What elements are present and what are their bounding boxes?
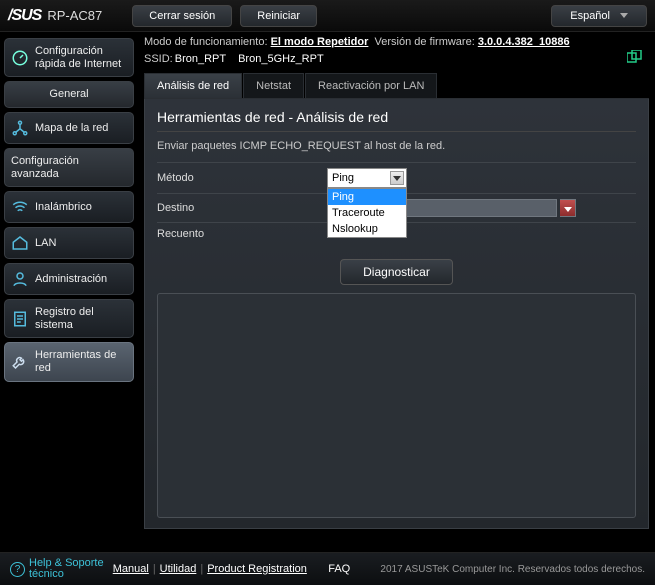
nav-label: Registro del sistema <box>35 306 127 331</box>
nav-wireless[interactable]: Inalámbrico <box>4 191 134 223</box>
user-icon <box>11 270 29 288</box>
nav-label: Administración <box>35 273 107 286</box>
nav-network-tools[interactable]: Herramientas de red <box>4 342 134 381</box>
firmware-link[interactable]: 3.0.0.4.382_10886 <box>478 36 570 48</box>
tabs: Análisis de red Netstat Reactivación por… <box>144 73 649 99</box>
language-selector[interactable]: Español <box>551 5 647 27</box>
method-option-nslookup[interactable]: Nslookup <box>328 221 406 237</box>
nav-label: Configuración rápida de Internet <box>35 45 127 70</box>
ssid-5: Bron_5GHz_RPT <box>238 53 324 65</box>
nav-network-map[interactable]: Mapa de la red <box>4 112 134 144</box>
tab-analysis[interactable]: Análisis de red <box>144 73 242 98</box>
faq-link[interactable]: FAQ <box>328 563 350 575</box>
method-option-traceroute[interactable]: Traceroute <box>328 205 406 221</box>
content-area: Modo de funcionamiento: El modo Repetido… <box>138 32 655 552</box>
chevron-down-icon <box>390 171 404 185</box>
mode-link[interactable]: El modo Repetidor <box>271 36 369 48</box>
chevron-down-icon <box>620 13 628 18</box>
wifi-icon <box>11 198 29 216</box>
nav-quick-setup[interactable]: Configuración rápida de Internet <box>4 38 134 77</box>
ssid-info: SSID: Bron_RPT Bron_5GHz_RPT <box>144 50 649 67</box>
nav-label: Herramientas de red <box>35 349 127 374</box>
panel: Herramientas de red - Análisis de red En… <box>144 99 649 529</box>
top-bar: /SUS RP-AC87 Cerrar sesión Reiniciar Esp… <box>0 0 655 32</box>
help-support-link[interactable]: Help & Soportetécnico <box>29 558 104 580</box>
nav-section-advanced: Configuración avanzada <box>4 148 134 187</box>
ssid-24: Bron_RPT <box>175 53 226 65</box>
panel-desc: Enviar paquetes ICMP ECHO_REQUEST al hos… <box>157 140 636 152</box>
utility-link[interactable]: Utilidad <box>160 563 197 575</box>
help-icon[interactable]: ? <box>10 562 25 577</box>
house-icon <box>11 234 29 252</box>
multi-ssid-icon[interactable] <box>627 50 643 67</box>
mode-info: Modo de funcionamiento: El modo Repetido… <box>144 36 649 48</box>
copyright: 2017 ASUSTeK Computer Inc. Reservados to… <box>380 564 645 575</box>
language-label: Español <box>570 10 610 22</box>
network-icon <box>11 119 29 137</box>
footer: ? Help & Soportetécnico Manual| Utilidad… <box>0 552 655 585</box>
method-value: Ping <box>332 172 354 184</box>
output-box <box>157 293 636 518</box>
diagnose-button[interactable]: Diagnosticar <box>340 259 453 285</box>
gauge-icon <box>11 49 29 67</box>
model-label: RP-AC87 <box>47 8 102 23</box>
log-icon <box>11 310 29 328</box>
tools-icon <box>11 353 29 371</box>
method-label: Método <box>157 172 327 184</box>
tab-netstat[interactable]: Netstat <box>243 73 304 98</box>
method-select[interactable]: Ping <box>327 168 407 188</box>
target-label: Destino <box>157 202 327 214</box>
tab-wol[interactable]: Reactivación por LAN <box>305 73 437 98</box>
product-reg-link[interactable]: Product Registration <box>207 563 307 575</box>
nav-lan[interactable]: LAN <box>4 227 134 259</box>
sidebar: Configuración rápida de Internet General… <box>0 32 138 552</box>
logout-button[interactable]: Cerrar sesión <box>132 5 232 27</box>
nav-syslog[interactable]: Registro del sistema <box>4 299 134 338</box>
nav-label: General <box>49 88 88 101</box>
nav-admin[interactable]: Administración <box>4 263 134 295</box>
nav-section-general: General <box>4 81 134 108</box>
method-option-ping[interactable]: Ping <box>328 189 406 205</box>
target-dropdown-button[interactable] <box>560 199 576 217</box>
nav-label: LAN <box>35 237 56 250</box>
brand-logo: /SUS <box>8 7 41 25</box>
count-label: Recuento <box>157 228 327 240</box>
manual-link[interactable]: Manual <box>113 563 149 575</box>
nav-label: Inalámbrico <box>35 201 92 214</box>
panel-title: Herramientas de red - Análisis de red <box>157 109 636 125</box>
nav-label: Mapa de la red <box>35 122 108 135</box>
nav-label: Configuración avanzada <box>11 155 127 180</box>
method-dropdown: Ping Traceroute Nslookup <box>327 188 407 238</box>
reboot-button[interactable]: Reiniciar <box>240 5 317 27</box>
